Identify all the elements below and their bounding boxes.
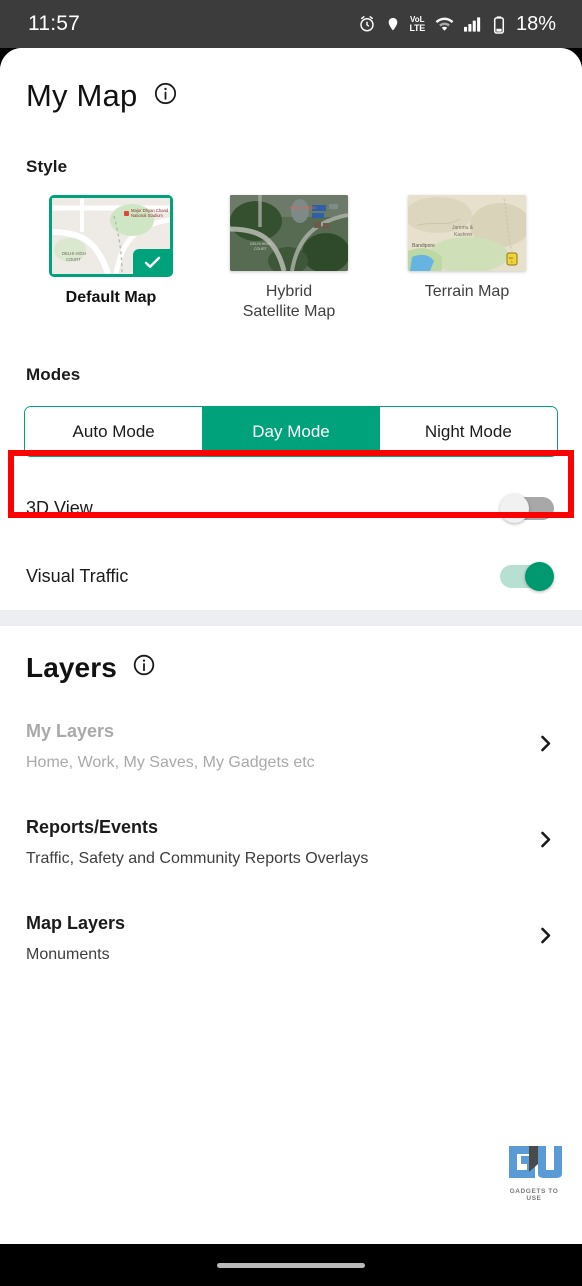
row-3d-view-label: 3D View xyxy=(26,497,93,518)
chevron-right-icon[interactable] xyxy=(535,733,556,759)
watermark-caption: GADGETS TO USE xyxy=(509,1188,559,1202)
svg-text:Bandipore: Bandipore xyxy=(412,243,435,249)
default-map-thumbnail: Major Dhyan Chand National Stadium DELHI… xyxy=(49,195,173,277)
map-settings-card: My Map Style Major Dhyan Chand National … xyxy=(0,48,582,610)
section-divider xyxy=(0,610,582,626)
gu-logo-icon xyxy=(509,1146,562,1178)
svg-text:National Stadium: National Stadium xyxy=(131,213,163,218)
battery-icon xyxy=(493,15,505,34)
svg-text:COURT: COURT xyxy=(254,247,268,251)
style-section-label: Style xyxy=(26,157,68,176)
svg-text:COURT: COURT xyxy=(66,257,81,262)
layer-row-map-layers[interactable]: Map Layers Monuments xyxy=(0,890,582,986)
layer-texts: Map Layers Monuments xyxy=(26,913,125,964)
gesture-nav-bar xyxy=(0,1244,582,1286)
mode-auto-button[interactable]: Auto Mode xyxy=(25,407,203,456)
svg-text:Major Dhyan: Major Dhyan xyxy=(290,205,316,210)
info-circle-icon[interactable] xyxy=(132,652,156,684)
wifi-icon xyxy=(435,16,454,32)
layers-header: Layers xyxy=(0,626,582,684)
layers-title: Layers xyxy=(26,652,117,683)
alarm-clock-icon xyxy=(358,15,376,33)
style-option-label: Default Map xyxy=(65,289,157,306)
hybrid-satellite-map-thumbnail: Major Dhyan DELHI HIGH COURT xyxy=(230,195,348,271)
layer-title: My Layers xyxy=(26,720,115,741)
mode-night-button[interactable]: Night Mode xyxy=(379,407,557,456)
terrain-map-thumbnail: Jammu & Kashmir Bandipore NH 1 xyxy=(408,195,526,271)
style-option-label: Terrain Map xyxy=(424,283,510,300)
app-screen: My Map Style Major Dhyan Chand National … xyxy=(0,48,582,1244)
info-circle-icon[interactable] xyxy=(153,81,178,111)
layer-subtitle: Monuments xyxy=(26,945,110,963)
page-title: My Map xyxy=(26,78,138,113)
status-bar: 11:57 VoL LTE 18% xyxy=(0,0,582,48)
modes-section-label: Modes xyxy=(26,365,81,384)
volte-icon: VoL LTE xyxy=(409,14,426,33)
modes-segmented-control: Auto Mode Day Mode Night Mode xyxy=(24,406,558,457)
toggle-knob xyxy=(525,562,554,591)
toggle-knob xyxy=(500,494,529,523)
status-icons: VoL LTE 18% xyxy=(358,13,556,36)
location-pin-icon xyxy=(386,15,400,33)
status-time: 11:57 xyxy=(28,12,80,35)
layer-title: Reports/Events xyxy=(26,816,159,837)
layer-title: Map Layers xyxy=(26,912,126,933)
chevron-right-icon[interactable] xyxy=(535,925,556,951)
layers-card: Layers My Layers Home, Work, My Saves, M… xyxy=(0,626,582,986)
style-option-default-map[interactable]: Major Dhyan Chand National Stadium DELHI… xyxy=(22,195,200,322)
style-options: Major Dhyan Chand National Stadium DELHI… xyxy=(0,177,582,322)
layer-texts: My Layers Home, Work, My Saves, My Gadge… xyxy=(26,721,315,772)
style-option-terrain-map[interactable]: Jammu & Kashmir Bandipore NH 1 Terrain M… xyxy=(378,195,556,322)
svg-text:DELHI HIGH: DELHI HIGH xyxy=(62,251,86,256)
layer-row-reports-events[interactable]: Reports/Events Traffic, Safety and Commu… xyxy=(0,794,582,890)
layer-texts: Reports/Events Traffic, Safety and Commu… xyxy=(26,817,368,868)
battery-percent: 18% xyxy=(515,12,556,35)
signal-bars-icon xyxy=(463,16,483,32)
mode-day-button[interactable]: Day Mode xyxy=(202,407,380,456)
row-visual-traffic[interactable]: Visual Traffic xyxy=(0,542,582,610)
toggle-3d-view[interactable] xyxy=(500,494,554,523)
layer-subtitle: Traffic, Safety and Community Reports Ov… xyxy=(26,849,369,867)
row-3d-view[interactable]: 3D View xyxy=(0,474,582,542)
watermark-gadgets-to-use: GADGETS TO USE xyxy=(502,1142,566,1202)
style-option-hybrid-satellite-map[interactable]: Major Dhyan DELHI HIGH COURT Hybrid Sate… xyxy=(200,195,378,322)
page-header: My Map xyxy=(0,48,582,114)
layer-subtitle: Home, Work, My Saves, My Gadgets etc xyxy=(26,753,315,771)
toggle-visual-traffic[interactable] xyxy=(500,562,554,591)
svg-text:Jammu &: Jammu & xyxy=(452,225,474,231)
row-visual-traffic-label: Visual Traffic xyxy=(26,565,129,586)
check-icon xyxy=(133,249,171,275)
gesture-pill[interactable] xyxy=(217,1262,365,1268)
svg-text:DELHI HIGH: DELHI HIGH xyxy=(250,242,271,246)
style-option-label: Hybrid Satellite Map xyxy=(242,283,336,320)
svg-text:1: 1 xyxy=(511,260,513,264)
layer-row-my-layers[interactable]: My Layers Home, Work, My Saves, My Gadge… xyxy=(0,698,582,794)
svg-text:Kashmir: Kashmir xyxy=(454,232,473,238)
chevron-right-icon[interactable] xyxy=(535,829,556,855)
